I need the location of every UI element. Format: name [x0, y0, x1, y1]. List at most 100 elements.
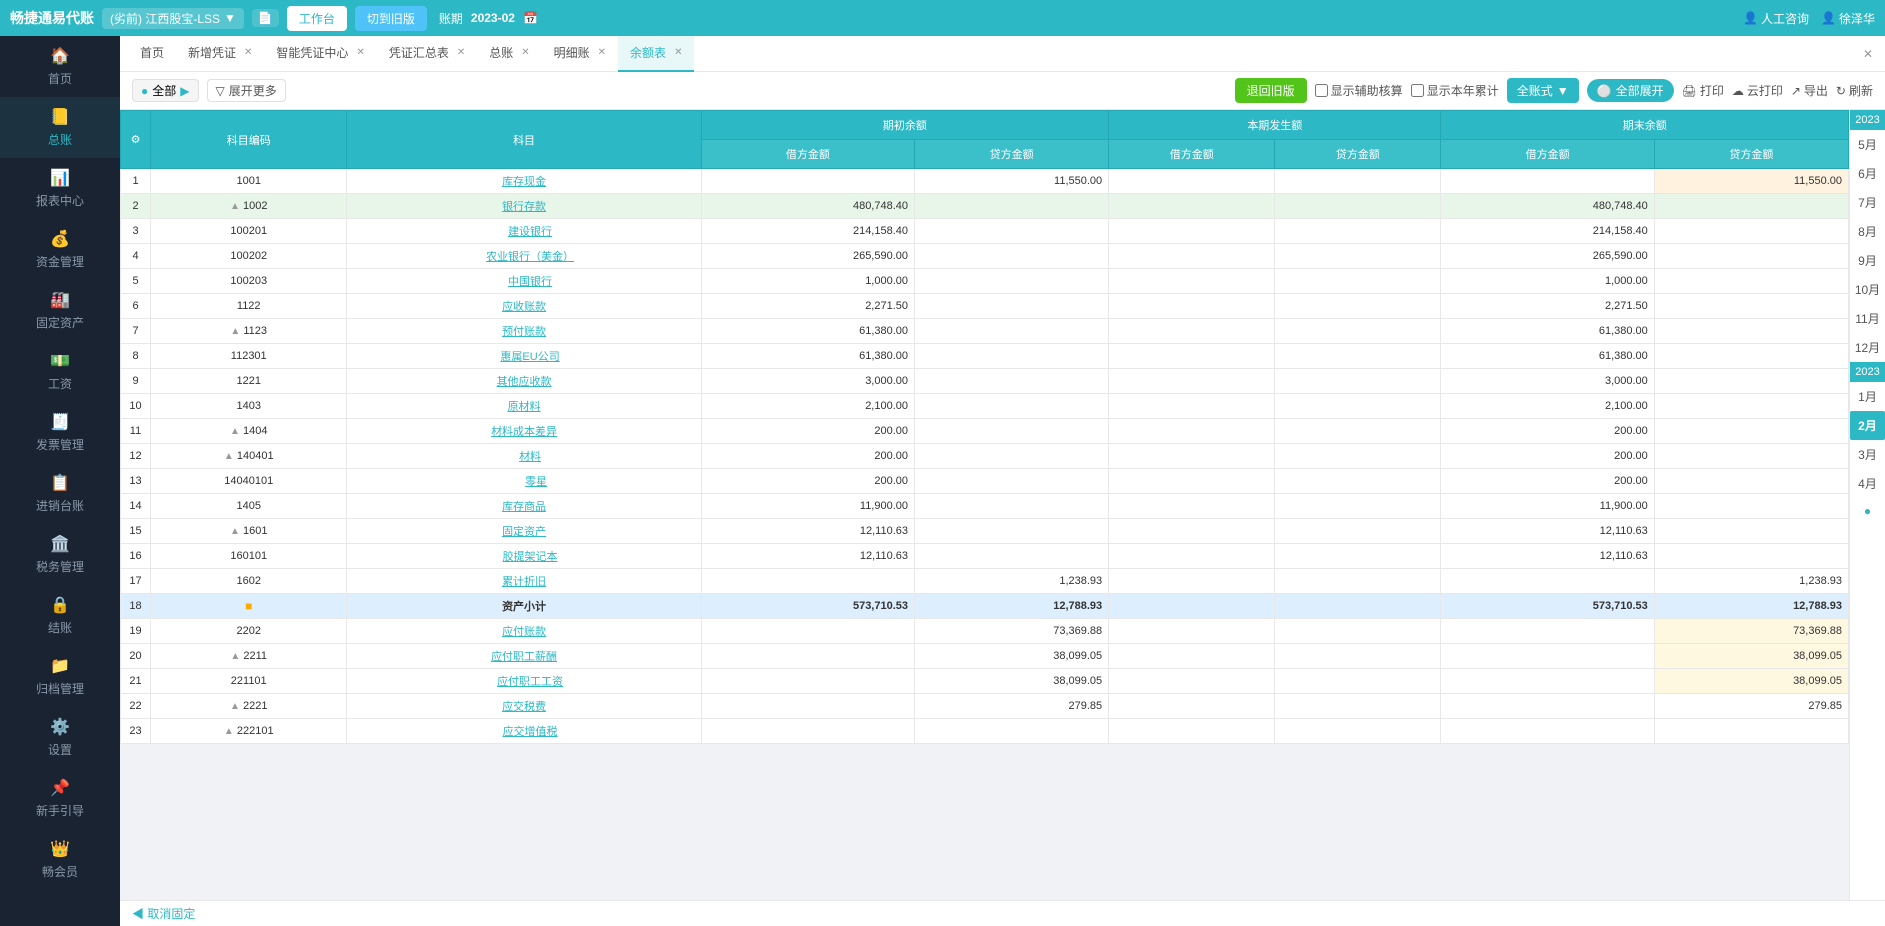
row-code: ▲ 140401: [151, 444, 347, 469]
closing-credit: [1654, 319, 1848, 344]
close-detail-icon[interactable]: ✕: [598, 47, 606, 58]
close-new-voucher-icon[interactable]: ✕: [244, 47, 252, 58]
sidebar-item-capital[interactable]: 💰 资金管理: [0, 219, 120, 280]
month-9[interactable]: 9月: [1850, 246, 1885, 275]
sidebar-item-ledger[interactable]: 📒 总账: [0, 97, 120, 158]
row-name[interactable]: 应收账款: [347, 294, 701, 319]
row-name[interactable]: 惠属EU公司: [347, 344, 701, 369]
month-3[interactable]: 3月: [1850, 440, 1885, 469]
cloud-print-btn[interactable]: ☁ 云打印: [1732, 82, 1783, 99]
return-old-btn[interactable]: 退回旧版: [1235, 78, 1307, 103]
tab-smart-voucher[interactable]: 智能凭证中心 ✕: [264, 36, 376, 72]
sidebar-item-close[interactable]: 🔒 结账: [0, 585, 120, 646]
row-name[interactable]: 中国银行: [347, 269, 701, 294]
close-all-tabs-icon[interactable]: ✕: [1859, 43, 1877, 65]
month-10[interactable]: 10月: [1850, 275, 1885, 304]
row-name[interactable]: 材料成本差异: [347, 419, 701, 444]
row-name[interactable]: 应付职工工资: [347, 669, 701, 694]
row-no: 1: [121, 169, 151, 194]
switch-btn[interactable]: 切到旧版: [355, 6, 427, 31]
closing-credit: [1654, 444, 1848, 469]
close-voucher-summary-icon[interactable]: ✕: [457, 47, 465, 58]
month-6[interactable]: 6月: [1850, 159, 1885, 188]
close-balance-icon[interactable]: ✕: [674, 47, 682, 58]
refresh-btn[interactable]: ↻ 刷新: [1836, 82, 1873, 99]
row-name[interactable]: 累计折旧: [347, 569, 701, 594]
sidebar-item-salary[interactable]: 💵 工资: [0, 341, 120, 402]
bottom-bar[interactable]: ◀ 取消固定: [120, 900, 1885, 926]
row-name[interactable]: 应付账款: [347, 619, 701, 644]
sidebar-item-sales[interactable]: 📋 进销台账: [0, 463, 120, 524]
month-8[interactable]: 8月: [1850, 217, 1885, 246]
sidebar-item-tax[interactable]: 🏛️ 税务管理: [0, 524, 120, 585]
calendar-icon[interactable]: 📅: [523, 11, 538, 25]
sidebar-item-member[interactable]: 👑 畅会员: [0, 829, 120, 890]
row-name[interactable]: 材料: [347, 444, 701, 469]
row-name[interactable]: 预付账款: [347, 319, 701, 344]
row-name[interactable]: 银行存款: [347, 194, 701, 219]
close-ledger-icon[interactable]: ✕: [521, 47, 529, 58]
opening-credit: [915, 544, 1109, 569]
tab-new-voucher[interactable]: 新增凭证 ✕: [176, 36, 264, 72]
row-name[interactable]: 固定资产: [347, 519, 701, 544]
table-row: 21 221101 应付职工工资 38,099.05 38,099.05: [121, 669, 1849, 694]
row-name[interactable]: 库存商品: [347, 494, 701, 519]
checkbox-aux-label[interactable]: 显示辅助核算: [1315, 82, 1403, 99]
sidebar-item-asset[interactable]: 🏭 固定资产: [0, 280, 120, 341]
row-name[interactable]: 应交税费: [347, 694, 701, 719]
tab-detail[interactable]: 明细账 ✕: [542, 36, 618, 72]
doc-icon-btn[interactable]: 📄: [252, 9, 279, 27]
month-2[interactable]: 2月: [1850, 411, 1885, 440]
month-4[interactable]: 4月: [1850, 469, 1885, 498]
current-debit: [1109, 169, 1275, 194]
sidebar-item-report[interactable]: 📊 报表中心: [0, 158, 120, 219]
workbench-btn[interactable]: 工作台: [287, 6, 347, 31]
month-1[interactable]: 1月: [1850, 382, 1885, 411]
style-btn[interactable]: 全账式 ▼: [1507, 78, 1579, 103]
row-name[interactable]: 农业银行（美金）: [347, 244, 701, 269]
print-btn[interactable]: 🖨 打印: [1682, 82, 1724, 99]
company-selector[interactable]: (劣前) 江西股宝-LSS ▼: [102, 8, 244, 29]
row-name[interactable]: 其他应收款: [347, 369, 701, 394]
checkbox-ytd[interactable]: [1411, 84, 1424, 97]
tab-ledger[interactable]: 总账 ✕: [477, 36, 541, 72]
expand-all-toggle[interactable]: ⚪ 全部展开: [1587, 79, 1674, 102]
sidebar-label-invoice: 发票管理: [36, 436, 84, 453]
month-5[interactable]: 5月: [1850, 130, 1885, 159]
checkbox-ytd-label[interactable]: 显示本年累计: [1411, 82, 1499, 99]
close-smart-voucher-icon[interactable]: ✕: [356, 47, 364, 58]
row-name[interactable]: 零星: [347, 469, 701, 494]
closing-debit: [1441, 619, 1654, 644]
table-row: 15 ▲ 1601 固定资产 12,110.63 12,110.63: [121, 519, 1849, 544]
row-name[interactable]: 建设银行: [347, 219, 701, 244]
help-btn[interactable]: 👤 人工咨询: [1743, 10, 1809, 27]
export-btn[interactable]: ↗ 导出: [1791, 82, 1828, 99]
sidebar-item-archive[interactable]: 📁 归档管理: [0, 646, 120, 707]
gear-icon[interactable]: ⚙: [121, 111, 151, 169]
row-name[interactable]: 原材料: [347, 394, 701, 419]
sidebar-item-invoice[interactable]: 🧾 发票管理: [0, 402, 120, 463]
filter-selector[interactable]: ● 全部 ▶: [132, 79, 199, 102]
current-debit: [1109, 544, 1275, 569]
user-avatar[interactable]: 👤 徐泽华: [1821, 10, 1875, 27]
tab-voucher-summary[interactable]: 凭证汇总表 ✕: [377, 36, 477, 72]
checkbox-aux[interactable]: [1315, 84, 1328, 97]
tab-balance[interactable]: 余额表 ✕: [618, 36, 694, 72]
sidebar-item-guide[interactable]: 📌 新手引导: [0, 768, 120, 829]
opening-credit: 38,099.05: [915, 669, 1109, 694]
sidebar-item-home[interactable]: 🏠 首页: [0, 36, 120, 97]
current-credit: [1275, 444, 1441, 469]
row-name[interactable]: 库存现金: [347, 169, 701, 194]
expand-btn[interactable]: ▽ 展开更多: [207, 79, 286, 102]
month-7[interactable]: 7月: [1850, 188, 1885, 217]
current-credit: [1275, 544, 1441, 569]
unpin-btn[interactable]: ◀ 取消固定: [132, 907, 195, 921]
month-11[interactable]: 11月: [1850, 304, 1885, 333]
row-code: ▲ 1002: [151, 194, 347, 219]
tab-home[interactable]: 首页: [128, 36, 176, 72]
row-name[interactable]: 应付职工薪酬: [347, 644, 701, 669]
month-12[interactable]: 12月: [1850, 333, 1885, 362]
row-name[interactable]: 应交增值税: [347, 719, 701, 744]
sidebar-item-settings[interactable]: ⚙️ 设置: [0, 707, 120, 768]
row-name[interactable]: 胶提架记本: [347, 544, 701, 569]
